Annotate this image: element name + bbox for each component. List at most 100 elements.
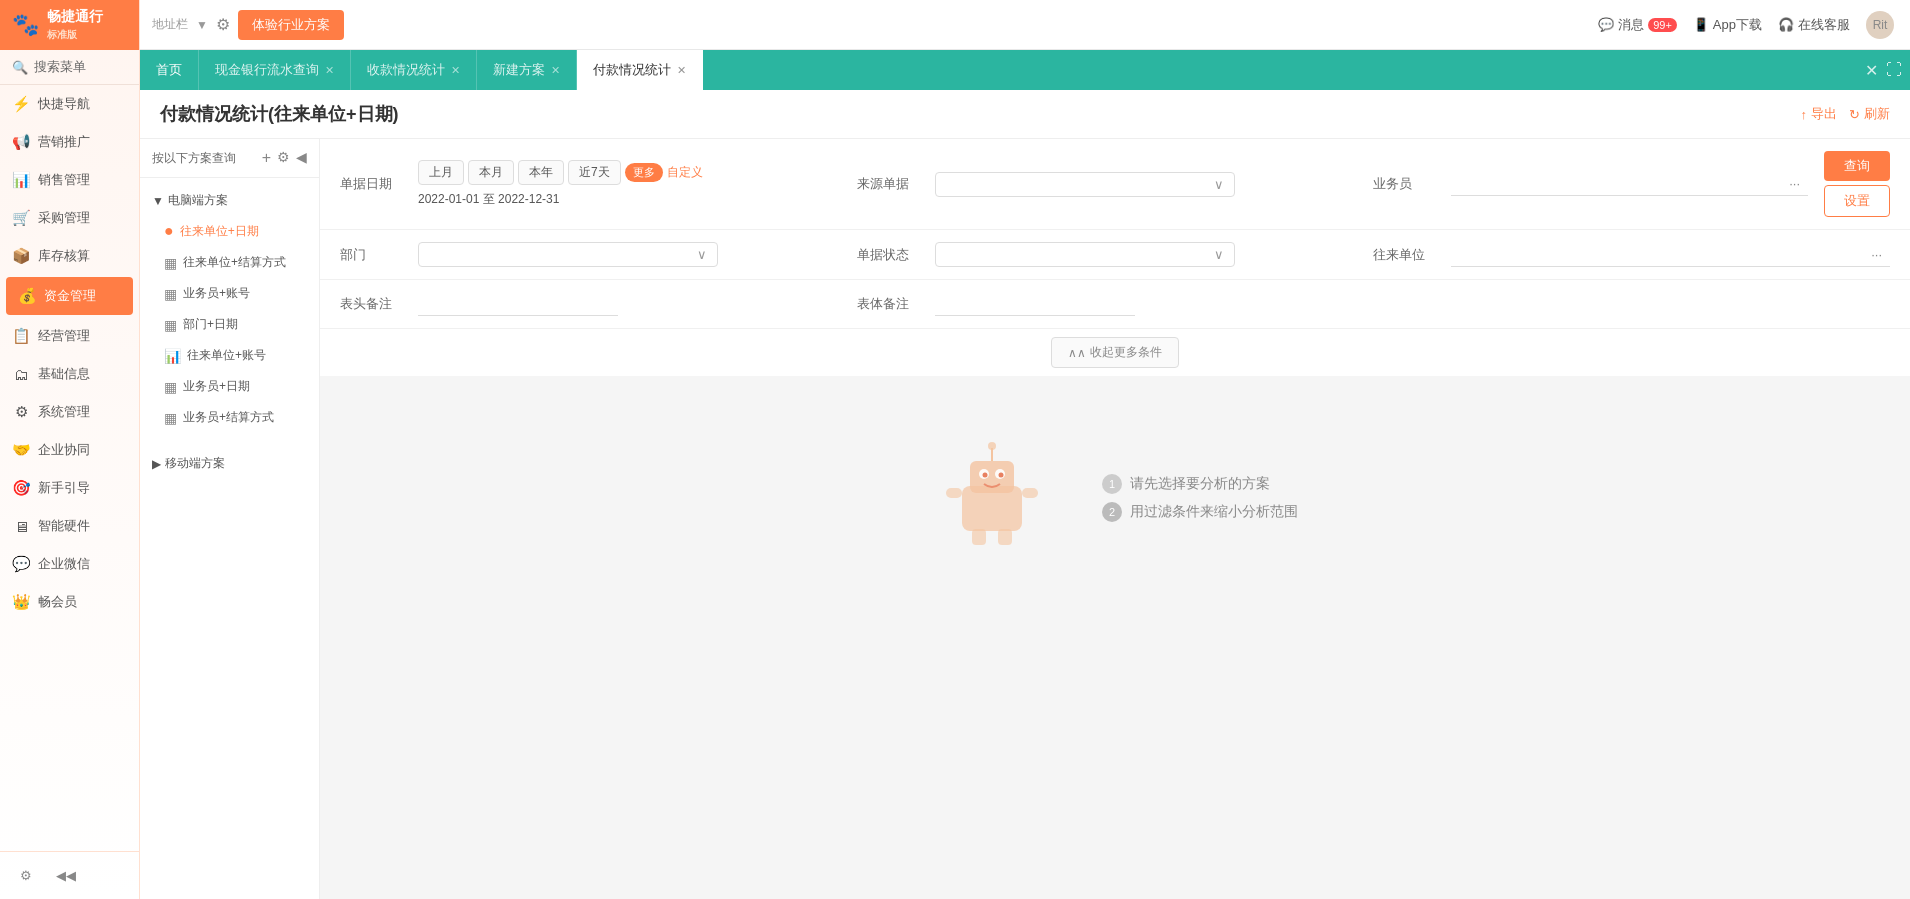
sidebar-item-guide[interactable]: 🎯 新手引导	[0, 469, 139, 507]
source-select[interactable]: ∨	[935, 172, 1235, 197]
sidebar-item-wechat[interactable]: 💬 企业微信	[0, 545, 139, 583]
operation-icon: 📋	[12, 327, 30, 345]
sidebar-item-quick-nav[interactable]: ⚡ 快捷导航	[0, 85, 139, 123]
sidebar-item-collab[interactable]: 🤝 企业协同	[0, 431, 139, 469]
collapse-icon: ∧∧	[1068, 346, 1086, 360]
scheme-item-unit-account[interactable]: 📊 往来单位+账号	[140, 340, 319, 371]
svg-rect-8	[946, 488, 962, 498]
unit-account-icon: 📊	[164, 348, 181, 364]
service-icon: 🎧	[1778, 17, 1794, 32]
sidebar-search[interactable]: 🔍 搜索菜单	[0, 50, 139, 85]
sidebar-item-inventory[interactable]: 📦 库存核算	[0, 237, 139, 275]
expand-tab-btn[interactable]: ⛶	[1886, 61, 1902, 79]
tab-payment-stats-label: 付款情况统计	[593, 61, 671, 79]
tab-new-scheme[interactable]: 新建方案 ✕	[477, 50, 577, 90]
sidebar-item-marketing[interactable]: 📢 营销推广	[0, 123, 139, 161]
sidebar-item-purchase[interactable]: 🛒 采购管理	[0, 199, 139, 237]
topnav-settings-icon[interactable]: ⚙	[216, 15, 230, 34]
refresh-btn[interactable]: ↻ 刷新	[1849, 105, 1890, 123]
scheme-collapse-btn[interactable]: ◀	[296, 149, 307, 167]
online-service-btn[interactable]: 🎧 在线客服	[1778, 16, 1850, 34]
sidebar-item-finance[interactable]: 💰 资金管理	[6, 277, 133, 315]
filter-wrapper: 单据日期 上月 本月 本年 近7天 更多 自定义 2022-01-01 至 20…	[320, 139, 1910, 376]
app-download-btn[interactable]: 📱 App下载	[1693, 16, 1762, 34]
logo-sub: 标准版	[47, 28, 103, 42]
sidebar-collapse-btn[interactable]: ◀◀	[48, 862, 84, 889]
scheme-item-dept-date[interactable]: ▦ 部门+日期	[140, 309, 319, 340]
export-label: 导出	[1811, 105, 1837, 123]
tab-receipt-stats-close[interactable]: ✕	[451, 64, 460, 77]
sidebar-item-sales[interactable]: 📊 销售管理	[0, 161, 139, 199]
date-btn-7days[interactable]: 近7天	[568, 160, 621, 185]
desktop-scheme-title[interactable]: ▼ 电脑端方案	[140, 186, 319, 215]
date-btn-last-month[interactable]: 上月	[418, 160, 464, 185]
scheme-item-unit-date[interactable]: ● 往来单位+日期	[140, 215, 319, 247]
salesman-filter-label: 业务员	[1373, 175, 1443, 193]
page-header: 付款情况统计(往来单位+日期) ↑ 导出 ↻ 刷新	[140, 90, 1910, 139]
tab-payment-stats-close[interactable]: ✕	[677, 64, 686, 77]
tab-receipt-stats[interactable]: 收款情况统计 ✕	[351, 50, 477, 90]
scheme-query-label: 按以下方案查询	[152, 150, 236, 167]
left-panel: 按以下方案查询 + ⚙ ◀ ▼ 电脑端方案 ● 往来单位+日期 ▦	[140, 139, 320, 899]
sidebar-item-operation[interactable]: 📋 经营管理	[0, 317, 139, 355]
tab-home[interactable]: 首页	[140, 50, 199, 90]
related-unit-dots-icon[interactable]: ···	[1871, 247, 1882, 262]
sidebar-item-label: 企业协同	[38, 441, 90, 459]
tip-num-2: 2	[1102, 502, 1122, 522]
refresh-icon: ↻	[1849, 107, 1860, 122]
svg-point-4	[983, 473, 988, 478]
doc-status-select[interactable]: ∨	[935, 242, 1235, 267]
salesman-dots-icon[interactable]: ···	[1789, 176, 1800, 191]
dept-chevron-icon: ∨	[697, 247, 707, 262]
scheme-add-btn[interactable]: +	[262, 149, 271, 167]
scheme-item-unit-settlement[interactable]: ▦ 往来单位+结算方式	[140, 247, 319, 278]
settings-button[interactable]: 设置	[1824, 185, 1890, 217]
tab-new-scheme-close[interactable]: ✕	[551, 64, 560, 77]
sidebar-settings-btn[interactable]: ⚙	[12, 862, 40, 889]
scheme-item-salesman-date[interactable]: ▦ 业务员+日期	[140, 371, 319, 402]
search-icon: 🔍	[12, 60, 28, 75]
sidebar-item-hardware[interactable]: 🖥 智能硬件	[0, 507, 139, 545]
scheme-settings-btn[interactable]: ⚙	[277, 149, 290, 167]
sidebar: 🐾 畅捷通行 标准版 🔍 搜索菜单 ⚡ 快捷导航 📢 营销推广 📊 销售管理 🛒…	[0, 0, 140, 899]
date-more-btn[interactable]: 更多	[625, 163, 663, 182]
sidebar-item-basic[interactable]: 🗂 基础信息	[0, 355, 139, 393]
scheme-item-salesman-account[interactable]: ▦ 业务员+账号	[140, 278, 319, 309]
unit-settlement-icon: ▦	[164, 255, 177, 271]
sidebar-item-member[interactable]: 👑 畅会员	[0, 583, 139, 621]
desktop-chevron-icon: ▼	[152, 194, 164, 208]
tab-payment-stats[interactable]: 付款情况统计 ✕	[577, 50, 703, 90]
filter-row-1: 单据日期 上月 本月 本年 近7天 更多 自定义 2022-01-01 至 20…	[320, 139, 1910, 230]
trial-button[interactable]: 体验行业方案	[238, 10, 344, 40]
date-btn-this-year[interactable]: 本年	[518, 160, 564, 185]
mobile-chevron-icon: ▶	[152, 457, 161, 471]
messages-btn[interactable]: 💬 消息 99+	[1598, 16, 1677, 34]
tip-text-2: 用过滤条件来缩小分析范围	[1130, 503, 1298, 521]
date-btn-this-month[interactable]: 本月	[468, 160, 514, 185]
sidebar-item-label: 基础信息	[38, 365, 90, 383]
sidebar-item-system[interactable]: ⚙ 系统管理	[0, 393, 139, 431]
body-note-input[interactable]	[935, 292, 1135, 316]
sidebar-item-label: 快捷导航	[38, 95, 90, 113]
date-custom-btn[interactable]: 自定义	[667, 164, 703, 181]
user-avatar[interactable]: Rit	[1866, 11, 1894, 39]
topnav-left: 地址栏 ▼ ⚙ 体验行业方案	[140, 10, 356, 40]
mobile-section-label: 移动端方案	[165, 455, 225, 472]
scheme-item-salesman-settlement[interactable]: ▦ 业务员+结算方式	[140, 402, 319, 433]
query-button[interactable]: 查询	[1824, 151, 1890, 181]
related-unit-filter-label: 往来单位	[1373, 246, 1443, 264]
scheme-item-label: 往来单位+结算方式	[183, 254, 286, 271]
online-service-label: 在线客服	[1798, 16, 1850, 34]
refresh-label: 刷新	[1864, 105, 1890, 123]
tab-home-label: 首页	[156, 61, 182, 79]
tab-bank-flow-close[interactable]: ✕	[325, 64, 334, 77]
dept-select[interactable]: ∨	[418, 242, 718, 267]
collapse-conditions-btn[interactable]: ∧∧ 收起更多条件	[1051, 337, 1179, 368]
export-btn[interactable]: ↑ 导出	[1801, 105, 1838, 123]
close-all-tabs-btn[interactable]: ✕	[1865, 61, 1878, 80]
tab-bank-flow[interactable]: 现金银行流水查询 ✕	[199, 50, 351, 90]
header-note-input[interactable]	[418, 292, 618, 316]
mobile-scheme-title[interactable]: ▶ 移动端方案	[140, 449, 319, 478]
tabbar: 首页 现金银行流水查询 ✕ 收款情况统计 ✕ 新建方案 ✕ 付款情况统计 ✕ ✕…	[140, 50, 1910, 90]
sidebar-item-label: 企业微信	[38, 555, 90, 573]
